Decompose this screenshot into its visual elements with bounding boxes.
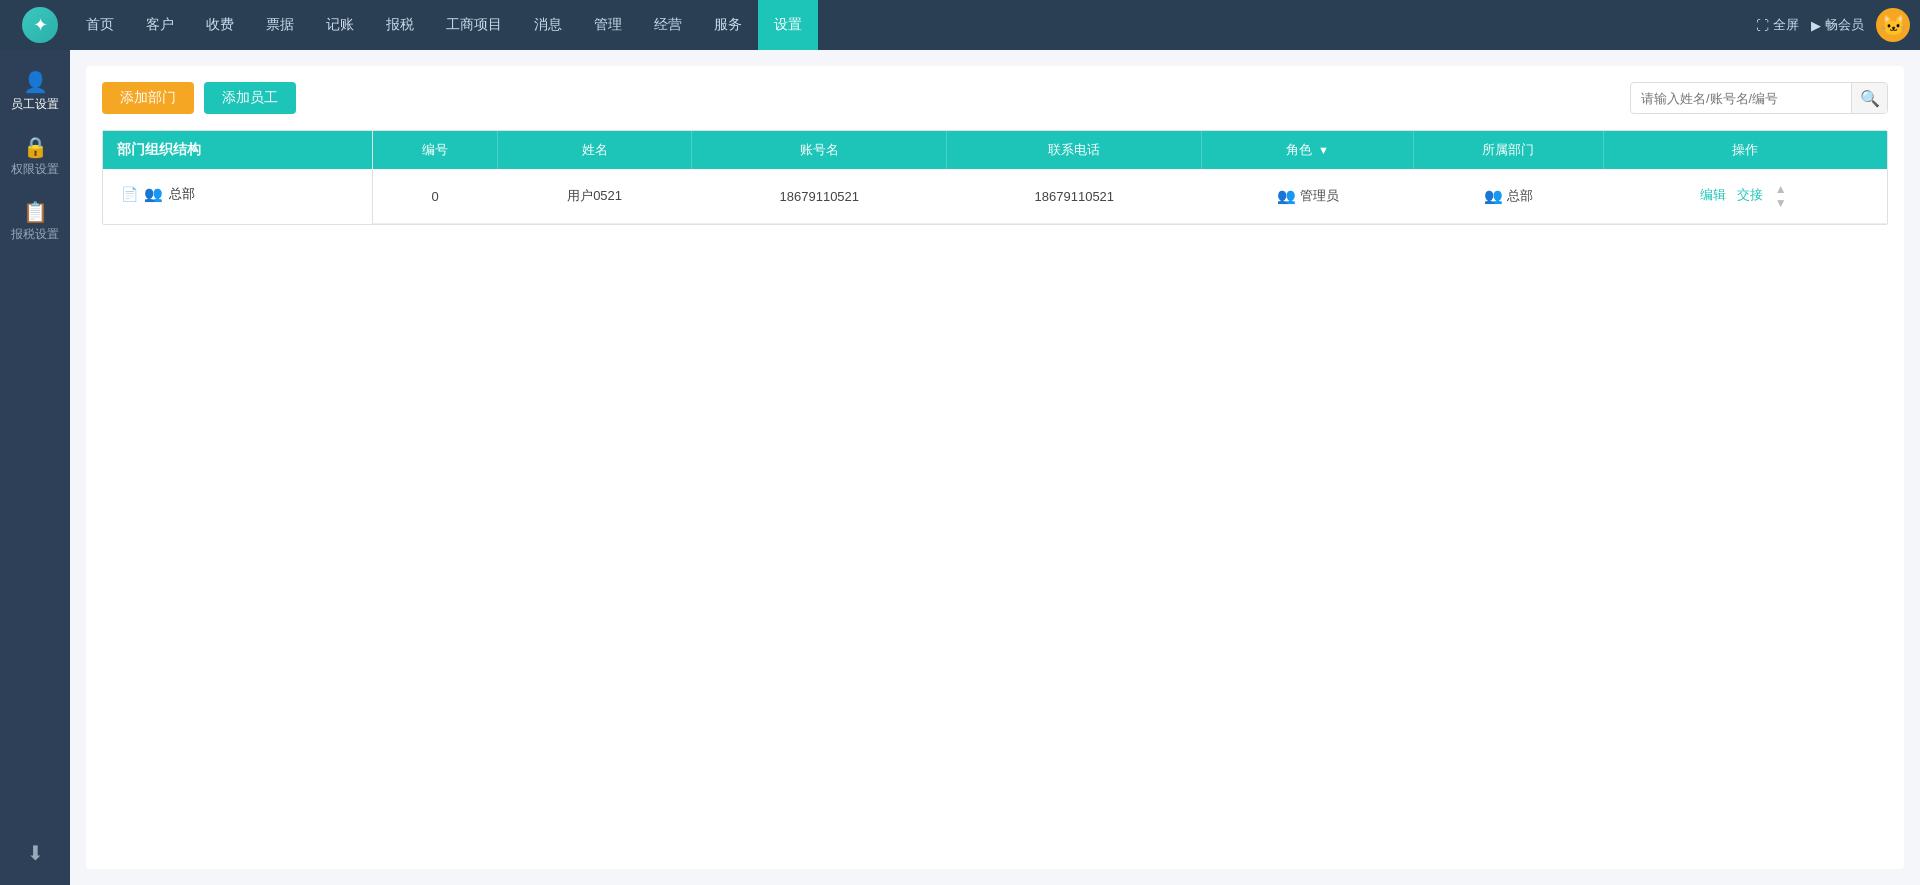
- sidebar-download-button[interactable]: ⬇: [0, 831, 70, 875]
- table-header-row: 编号 姓名 账号名 联系电话 角: [373, 131, 1887, 169]
- sidebar-item-tax-settings[interactable]: 📋 报税设置: [0, 190, 70, 255]
- permission-icon: 🔒: [23, 137, 48, 157]
- dept-user-icon: 👥: [1484, 187, 1503, 205]
- cell-phone: 18679110521: [947, 169, 1202, 224]
- cell-dept: 👥 总部: [1414, 169, 1604, 224]
- dept-tree: 部门组织结构 📄 👥 总部: [103, 131, 373, 224]
- scroll-down-arrow[interactable]: ▼: [1775, 197, 1787, 209]
- search-input[interactable]: [1631, 91, 1851, 106]
- left-sidebar: 👤 员工设置 🔒 权限设置 📋 报税设置 ⬇: [0, 50, 70, 885]
- dept-name: 总部: [169, 185, 195, 203]
- dept-badge: 👥 总部: [1484, 187, 1533, 205]
- col-actions: 操作: [1603, 131, 1887, 169]
- dept-user-icon: 👥: [144, 185, 163, 203]
- search-box: 🔍: [1630, 82, 1888, 114]
- nav-home[interactable]: 首页: [70, 0, 130, 50]
- toolbar: 添加部门 添加员工 🔍: [102, 82, 1888, 114]
- main-content: 添加部门 添加员工 🔍 部门组织结构 📄 👥 总部: [70, 50, 1920, 885]
- top-navigation: ✦ 首页 客户 收费 票据 记账 报税 工商项目 消息 管理 经营 服务 设置 …: [0, 0, 1920, 50]
- nav-operation[interactable]: 经营: [638, 0, 698, 50]
- role-filter-icon: ▼: [1318, 144, 1329, 156]
- scroll-arrows: ▲ ▼: [1771, 179, 1791, 213]
- add-dept-button[interactable]: 添加部门: [102, 82, 194, 114]
- logo-icon: ✦: [22, 7, 58, 43]
- col-role[interactable]: 角色 ▼: [1202, 131, 1414, 169]
- dept-tree-header: 部门组织结构: [103, 131, 372, 169]
- transfer-link[interactable]: 交接: [1737, 187, 1763, 202]
- edit-link[interactable]: 编辑: [1700, 187, 1726, 202]
- col-phone: 联系电话: [947, 131, 1202, 169]
- content-card: 添加部门 添加员工 🔍 部门组织结构 📄 👥 总部: [86, 66, 1904, 869]
- nav-client[interactable]: 客户: [130, 0, 190, 50]
- avatar[interactable]: 🐱: [1876, 8, 1910, 42]
- nav-right: ⛶ 全屏 ▶ 畅会员 🐱: [1756, 8, 1910, 42]
- table-row: 0 用户0521 18679110521 18679110521 👥 管理员: [373, 169, 1887, 224]
- cell-role: 👥 管理员: [1202, 169, 1414, 224]
- dept-file-icon: 📄: [121, 186, 138, 202]
- nav-fee[interactable]: 收费: [190, 0, 250, 50]
- col-dept: 所属部门: [1414, 131, 1604, 169]
- employee-table: 编号 姓名 账号名 联系电话 角: [373, 131, 1887, 224]
- vip-icon: ▶: [1811, 18, 1821, 33]
- nav-bills[interactable]: 票据: [250, 0, 310, 50]
- scroll-up-arrow[interactable]: ▲: [1775, 183, 1787, 195]
- download-icon: ⬇: [27, 843, 44, 863]
- sidebar-item-employee[interactable]: 👤 员工设置: [0, 60, 70, 125]
- cell-account: 18679110521: [692, 169, 947, 224]
- cell-actions: 编辑 交接 ▲ ▼: [1603, 169, 1887, 224]
- nav-tax[interactable]: 报税: [370, 0, 430, 50]
- employee-icon: 👤: [23, 72, 48, 92]
- add-staff-button[interactable]: 添加员工: [204, 82, 296, 114]
- search-button[interactable]: 🔍: [1851, 82, 1887, 114]
- sidebar-bottom: ⬇: [0, 831, 70, 885]
- nav-accounting[interactable]: 记账: [310, 0, 370, 50]
- col-id: 编号: [373, 131, 497, 169]
- role-badge: 👥 管理员: [1277, 187, 1339, 205]
- nav-items: 首页 客户 收费 票据 记账 报税 工商项目 消息 管理 经营 服务 设置: [70, 0, 1756, 50]
- nav-message[interactable]: 消息: [518, 0, 578, 50]
- fullscreen-button[interactable]: ⛶ 全屏: [1756, 16, 1799, 34]
- role-user-icon: 👥: [1277, 187, 1296, 205]
- nav-business[interactable]: 工商项目: [430, 0, 518, 50]
- cell-id: 0: [373, 169, 497, 224]
- nav-settings[interactable]: 设置: [758, 0, 818, 50]
- fullscreen-icon: ⛶: [1756, 18, 1769, 33]
- dept-tree-body: 📄 👥 总部: [103, 169, 372, 219]
- col-account: 账号名: [692, 131, 947, 169]
- col-name: 姓名: [497, 131, 691, 169]
- dept-tree-item-root[interactable]: 📄 👥 总部: [113, 179, 362, 209]
- sidebar-item-permission[interactable]: 🔒 权限设置: [0, 125, 70, 190]
- tax-settings-icon: 📋: [23, 202, 48, 222]
- content-body: 部门组织结构 📄 👥 总部 编号: [102, 130, 1888, 225]
- employees-grid: 编号 姓名 账号名 联系电话 角: [373, 131, 1887, 224]
- nav-manage[interactable]: 管理: [578, 0, 638, 50]
- cell-name: 用户0521: [497, 169, 691, 224]
- logo[interactable]: ✦: [10, 0, 70, 50]
- nav-service[interactable]: 服务: [698, 0, 758, 50]
- search-icon: 🔍: [1860, 89, 1880, 108]
- vip-button[interactable]: ▶ 畅会员: [1811, 16, 1864, 34]
